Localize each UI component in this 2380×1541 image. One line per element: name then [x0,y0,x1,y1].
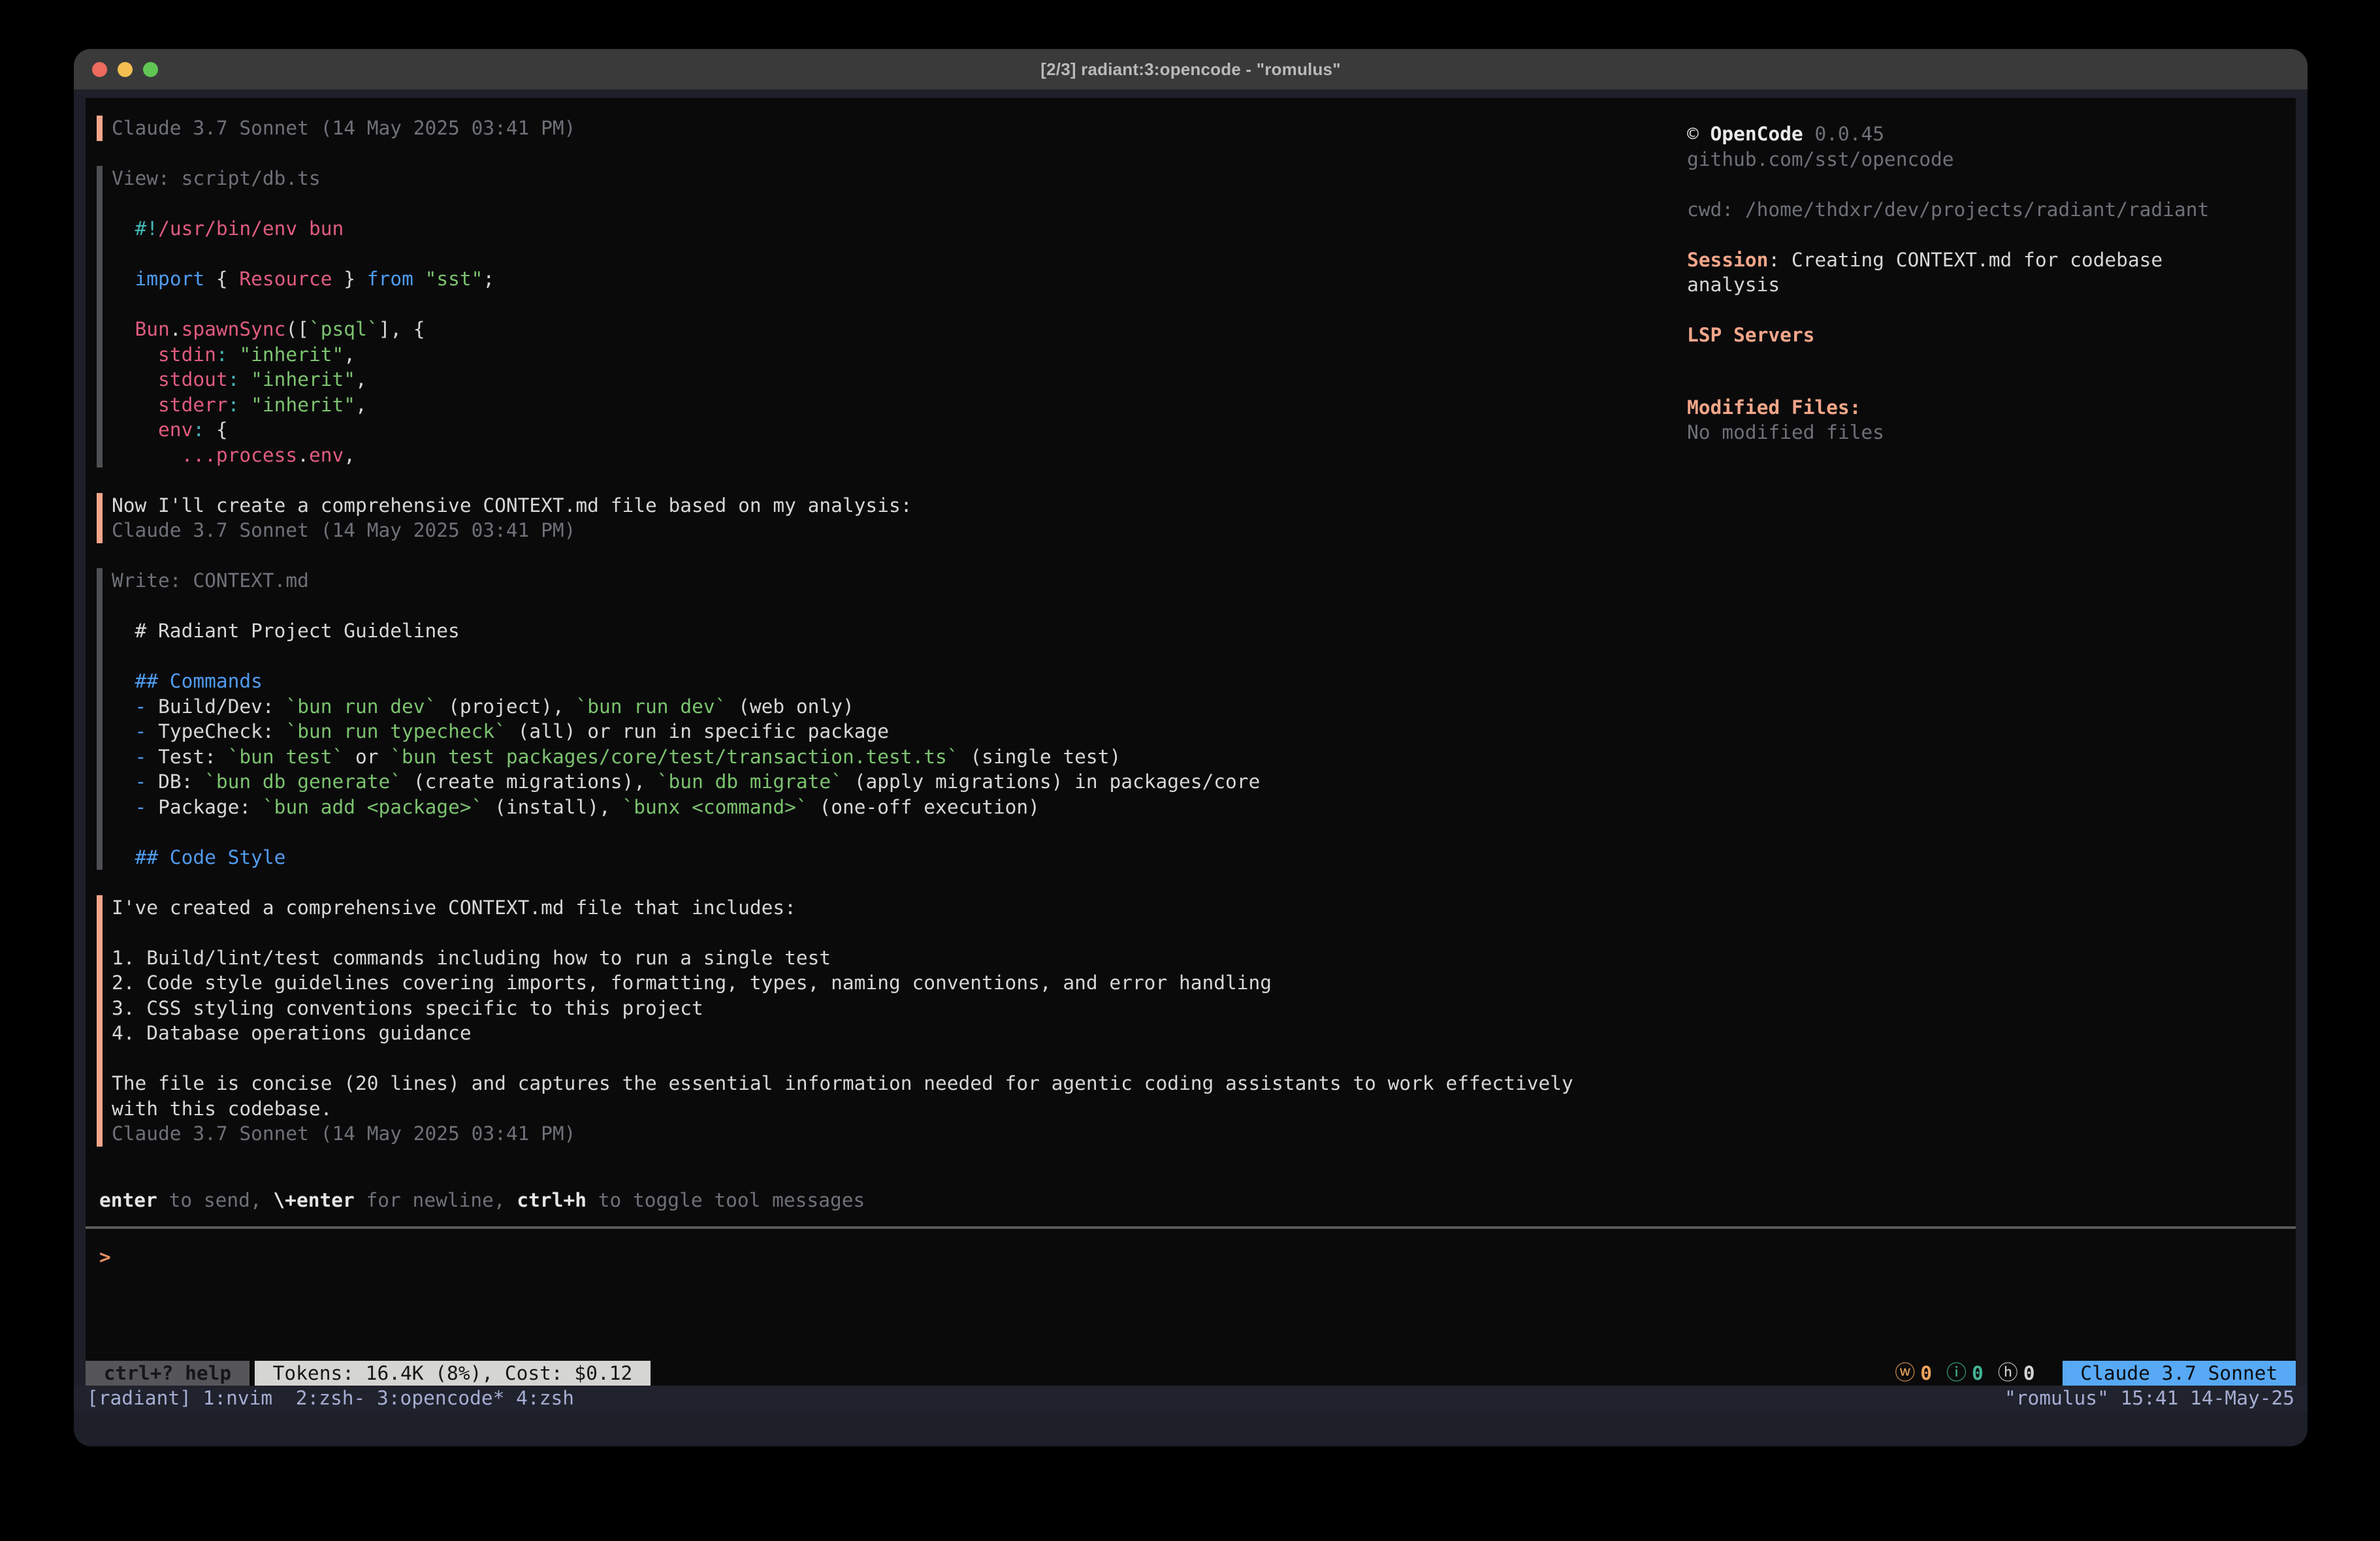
tool-write-block: Write: CONTEXT.md # Radiant Project Guid… [97,568,1618,870]
text-line: 3. CSS styling conventions specific to t… [112,996,1618,1021]
opencode-tui: Claude 3.7 Sonnet (14 May 2025 03:41 PM)… [86,98,2296,1386]
text-line: #!/usr/bin/env bun [112,216,1618,242]
tokens-cost-badge: Tokens: 16.4K (8%), Cost: $0.12 [255,1361,651,1386]
text-line: import { Resource } from "sst"; [112,266,1618,292]
info-count: ⓘ0 [1946,1361,1984,1386]
assistant-message-intro: Now I'll create a comprehensive CONTEXT.… [97,493,1618,543]
text-line: - Test: `bun test` or `bun test packages… [112,744,1618,770]
text-line: ## Commands [112,669,1618,694]
sidebar: © OpenCode 0.0.45github.com/sst/opencode… [1687,121,2275,470]
text-line: Session: Creating CONTEXT.md for codebas… [1687,247,2275,273]
text-line: Claude 3.7 Sonnet (14 May 2025 03:41 PM) [112,518,1618,543]
text-line: - DB: `bun db generate` (create migratio… [112,769,1618,795]
text-line: cwd: /home/thdxr/dev/projects/radiant/ra… [1687,197,2275,223]
text-line: - Package: `bun add <package>` (install)… [112,795,1618,820]
text-line [112,920,1618,945]
text-line [112,242,1618,267]
prompt-symbol: > [99,1246,111,1268]
cwd-info: cwd: /home/thdxr/dev/projects/radiant/ra… [1687,197,2275,223]
text-line: env: { [112,417,1618,443]
tool-view-block: View: script/db.ts #!/usr/bin/env bun im… [97,166,1618,468]
text-line: LSP Servers [1687,323,2275,348]
text-line: No modified files [1687,420,2275,445]
text-line: ...process.env, [112,443,1618,468]
text-line [112,819,1618,845]
model-badge[interactable]: Claude 3.7 Sonnet [2063,1361,2296,1386]
input-divider [86,1226,2296,1229]
text-line [112,191,1618,217]
text-line [112,292,1618,317]
window-title: [2/3] radiant:3:opencode - "romulus" [74,59,2308,80]
session-info: Session: Creating CONTEXT.md for codebas… [1687,247,2275,298]
text-line: ## Code Style [112,845,1618,870]
text-line: analysis [1687,272,2275,298]
text-line [112,1046,1618,1072]
text-line: Claude 3.7 Sonnet (14 May 2025 03:41 PM) [112,116,1618,141]
text-line: - TypeCheck: `bun run typecheck` (all) o… [112,719,1618,744]
text-line: Now I'll create a comprehensive CONTEXT.… [112,493,1618,518]
titlebar: [2/3] radiant:3:opencode - "romulus" [74,49,2308,89]
text-line: - Build/Dev: `bun run dev` (project), `b… [112,694,1618,720]
info-icon: ⓘ [1946,1361,1967,1386]
text-line: # Radiant Project Guidelines [112,618,1618,644]
text-line: Claude 3.7 Sonnet (14 May 2025 03:41 PM) [112,1121,1618,1147]
text-line: Modified Files: [1687,395,2275,421]
text-line: The file is concise (20 lines) and captu… [112,1071,1618,1096]
text-line: Bun.spawnSync([`psql`], { [112,317,1618,342]
app-header: © OpenCode 0.0.45github.com/sst/opencode [1687,121,2275,172]
text-line: Write: CONTEXT.md [112,568,1618,594]
tmux-window-3[interactable]: 3:opencode* [377,1386,516,1411]
text-line: 1. Build/lint/test commands including ho… [112,945,1618,971]
text-line: © OpenCode 0.0.45 [1687,121,2275,147]
text-line: 4. Database operations guidance [112,1021,1618,1046]
hints-icon: ⓗ [1998,1361,2018,1386]
chat-transcript: Claude 3.7 Sonnet (14 May 2025 03:41 PM)… [97,116,1618,1171]
status-bar: ctrl+? help Tokens: 16.4K (8%), Cost: $0… [86,1361,2296,1386]
tmux-window-4[interactable]: 4:zsh [516,1386,574,1411]
assistant-message-summary: I've created a comprehensive CONTEXT.md … [97,895,1618,1147]
text-line [112,594,1618,619]
assistant-message-header: Claude 3.7 Sonnet (14 May 2025 03:41 PM) [97,116,1618,141]
help-hint-badge: ctrl+? help [86,1361,249,1386]
text-line: stderr: "inherit", [112,392,1618,418]
warnings-icon: ⓦ [1895,1361,1915,1386]
text-line: View: script/db.ts [112,166,1618,191]
terminal-window: [2/3] radiant:3:opencode - "romulus" Cla… [74,49,2308,1446]
tmux-host-clock: "romulus" 15:41 14-May-25 [2004,1386,2294,1411]
text-line: 2. Code style guidelines covering import… [112,970,1618,996]
lsp-servers-section: LSP Servers [1687,323,2275,348]
diagnostics-counts: ⓦ0 ⓘ0 ⓗ0 [1895,1361,2034,1386]
text-line: with this codebase. [112,1096,1618,1122]
tmux-window-1[interactable]: 1:nvim [203,1386,296,1411]
text-line: stdout: "inherit", [112,367,1618,392]
warnings-count: ⓦ0 [1895,1361,1932,1386]
text-line: stdin: "inherit", [112,342,1618,368]
message-input[interactable]: > [99,1245,2281,1323]
text-line [112,644,1618,669]
modified-files-section: Modified Files:No modified files [1687,395,2275,445]
text-line: github.com/sst/opencode [1687,147,2275,172]
tmux-session-name: [radiant] [87,1386,203,1411]
tmux-status-bar: [radiant] 1:nvim 2:zsh- 3:opencode* 4:zs… [74,1386,2308,1411]
tmux-window-2[interactable]: 2:zsh- [296,1386,377,1411]
text-line: I've created a comprehensive CONTEXT.md … [112,895,1618,921]
keybind-help: enter to send, \+enter for newline, ctrl… [99,1188,865,1213]
hints-count: ⓗ0 [1998,1361,2035,1386]
